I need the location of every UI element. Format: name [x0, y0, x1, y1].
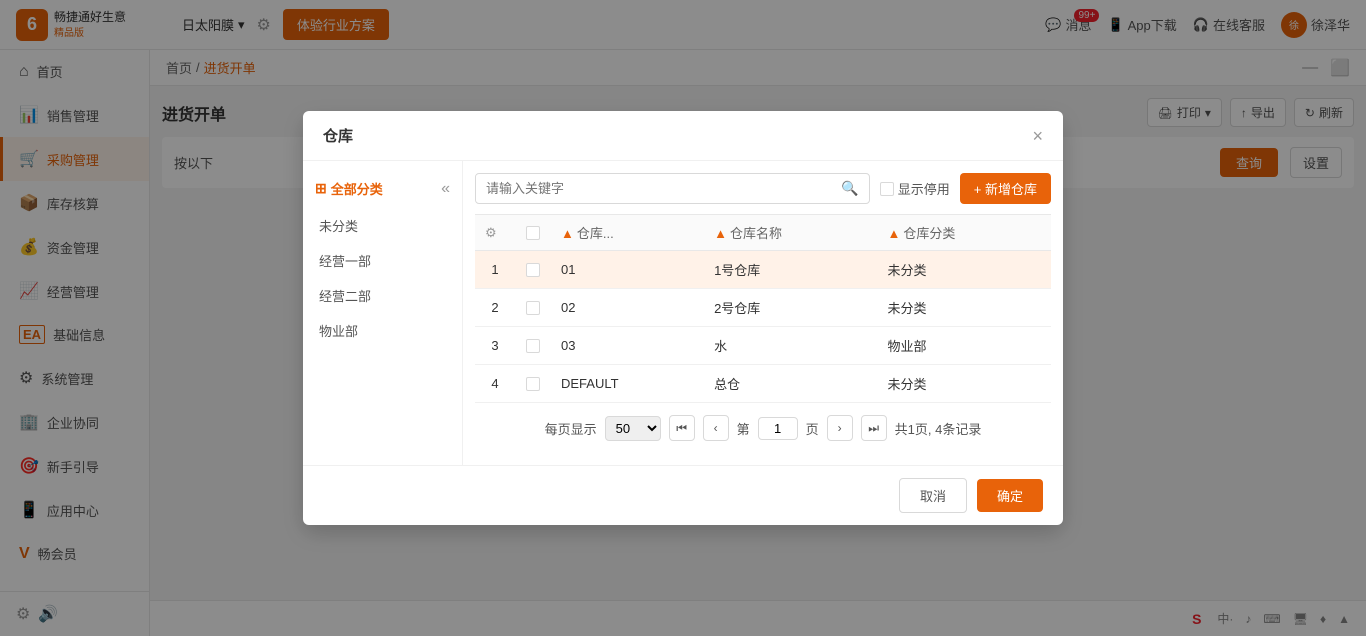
- page-size-label: 每页显示: [545, 419, 597, 438]
- confirm-button[interactable]: 确定: [977, 479, 1043, 512]
- sort-name-icon: ▲: [714, 226, 727, 241]
- table-header: ⚙ ▲仓库... ▲仓库名称 ▲仓库分类: [475, 215, 1051, 251]
- row-checkbox[interactable]: [515, 327, 551, 365]
- row-name: 总仓: [704, 365, 877, 403]
- row-category: 未分类: [878, 251, 1051, 289]
- collapse-button[interactable]: «: [441, 180, 450, 198]
- modal-header: 仓库 ×: [303, 111, 1063, 161]
- page-prev-button[interactable]: ‹: [703, 415, 729, 441]
- table-row[interactable]: 2 02 2号仓库 未分类: [475, 289, 1051, 327]
- row-index: 3: [475, 327, 515, 365]
- category-item-unclassified[interactable]: 未分类: [303, 208, 462, 243]
- th-category: ▲仓库分类: [878, 215, 1051, 251]
- category-item-property[interactable]: 物业部: [303, 313, 462, 348]
- row-category: 物业部: [878, 327, 1051, 365]
- modal-close-button[interactable]: ×: [1032, 127, 1043, 145]
- page-unit: 页: [806, 419, 819, 438]
- page-number-input[interactable]: [758, 417, 798, 440]
- total-info: 共1页, 4条记录: [895, 419, 982, 438]
- page-label: 第: [737, 419, 750, 438]
- sort-code-icon: ▲: [561, 226, 574, 241]
- table-container: ⚙ ▲仓库... ▲仓库名称 ▲仓库分类 1 01: [475, 214, 1051, 403]
- all-categories-label[interactable]: ⊞ 全部分类: [315, 179, 383, 198]
- warehouse-table: ⚙ ▲仓库... ▲仓库名称 ▲仓库分类 1 01: [475, 214, 1051, 403]
- row-index: 1: [475, 251, 515, 289]
- row-code: DEFAULT: [551, 365, 704, 403]
- modal-main: 🔍 显示停用 + 新增仓库 ⚙: [463, 161, 1063, 465]
- pagination: 每页显示 50 100 200 ⏮ ‹ 第 页 › ⏭ 共1页, 4条记录: [475, 403, 1051, 453]
- page-size-select[interactable]: 50 100 200: [605, 416, 661, 441]
- modal-footer: 取消 确定: [303, 465, 1063, 525]
- page-first-button[interactable]: ⏮: [669, 415, 695, 441]
- modal-sidebar: ⊞ 全部分类 « 未分类 经营一部 经营二部 物业部: [303, 161, 463, 465]
- cancel-button[interactable]: 取消: [899, 478, 967, 513]
- th-code: ▲仓库...: [551, 215, 704, 251]
- row-name: 1号仓库: [704, 251, 877, 289]
- th-gear: ⚙: [475, 215, 515, 251]
- sort-cat-icon: ▲: [888, 226, 901, 241]
- modal-title: 仓库: [323, 125, 353, 146]
- page-last-button[interactable]: ⏭: [861, 415, 887, 441]
- row-code: 03: [551, 327, 704, 365]
- row-code: 02: [551, 289, 704, 327]
- row-checkbox[interactable]: [515, 289, 551, 327]
- row-index: 2: [475, 289, 515, 327]
- gear-header-icon[interactable]: ⚙: [485, 225, 497, 240]
- row-index: 4: [475, 365, 515, 403]
- search-box: 🔍: [475, 173, 870, 204]
- show-disabled-text: 显示停用: [898, 179, 950, 198]
- warehouse-modal: 仓库 × ⊞ 全部分类 « 未分类 经营一部 经营二部 物业部: [303, 111, 1063, 525]
- table-row[interactable]: 3 03 水 物业部: [475, 327, 1051, 365]
- row-category: 未分类: [878, 365, 1051, 403]
- row-code: 01: [551, 251, 704, 289]
- modal-overlay: 仓库 × ⊞ 全部分类 « 未分类 经营一部 经营二部 物业部: [0, 0, 1366, 636]
- row-checkbox[interactable]: [515, 251, 551, 289]
- table-row[interactable]: 4 DEFAULT 总仓 未分类: [475, 365, 1051, 403]
- add-warehouse-button[interactable]: + 新增仓库: [960, 173, 1051, 204]
- page-next-button[interactable]: ›: [827, 415, 853, 441]
- modal-toolbar: 🔍 显示停用 + 新增仓库: [475, 173, 1051, 204]
- th-checkbox: [515, 215, 551, 251]
- show-disabled-checkbox[interactable]: [880, 182, 894, 196]
- grid-icon: ⊞: [315, 180, 327, 197]
- search-icon[interactable]: 🔍: [831, 174, 868, 203]
- th-name: ▲仓库名称: [704, 215, 877, 251]
- row-category: 未分类: [878, 289, 1051, 327]
- row-checkbox[interactable]: [515, 365, 551, 403]
- header-checkbox[interactable]: [526, 226, 540, 240]
- modal-sidebar-header: ⊞ 全部分类 «: [303, 173, 462, 208]
- row-name: 2号仓库: [704, 289, 877, 327]
- category-item-ops2[interactable]: 经营二部: [303, 278, 462, 313]
- search-input[interactable]: [476, 175, 831, 202]
- modal-body: ⊞ 全部分类 « 未分类 经营一部 经营二部 物业部 🔍: [303, 161, 1063, 465]
- show-disabled-label[interactable]: 显示停用: [880, 179, 950, 198]
- table-body: 1 01 1号仓库 未分类 2 02 2号仓库: [475, 251, 1051, 403]
- row-name: 水: [704, 327, 877, 365]
- table-row[interactable]: 1 01 1号仓库 未分类: [475, 251, 1051, 289]
- category-item-ops1[interactable]: 经营一部: [303, 243, 462, 278]
